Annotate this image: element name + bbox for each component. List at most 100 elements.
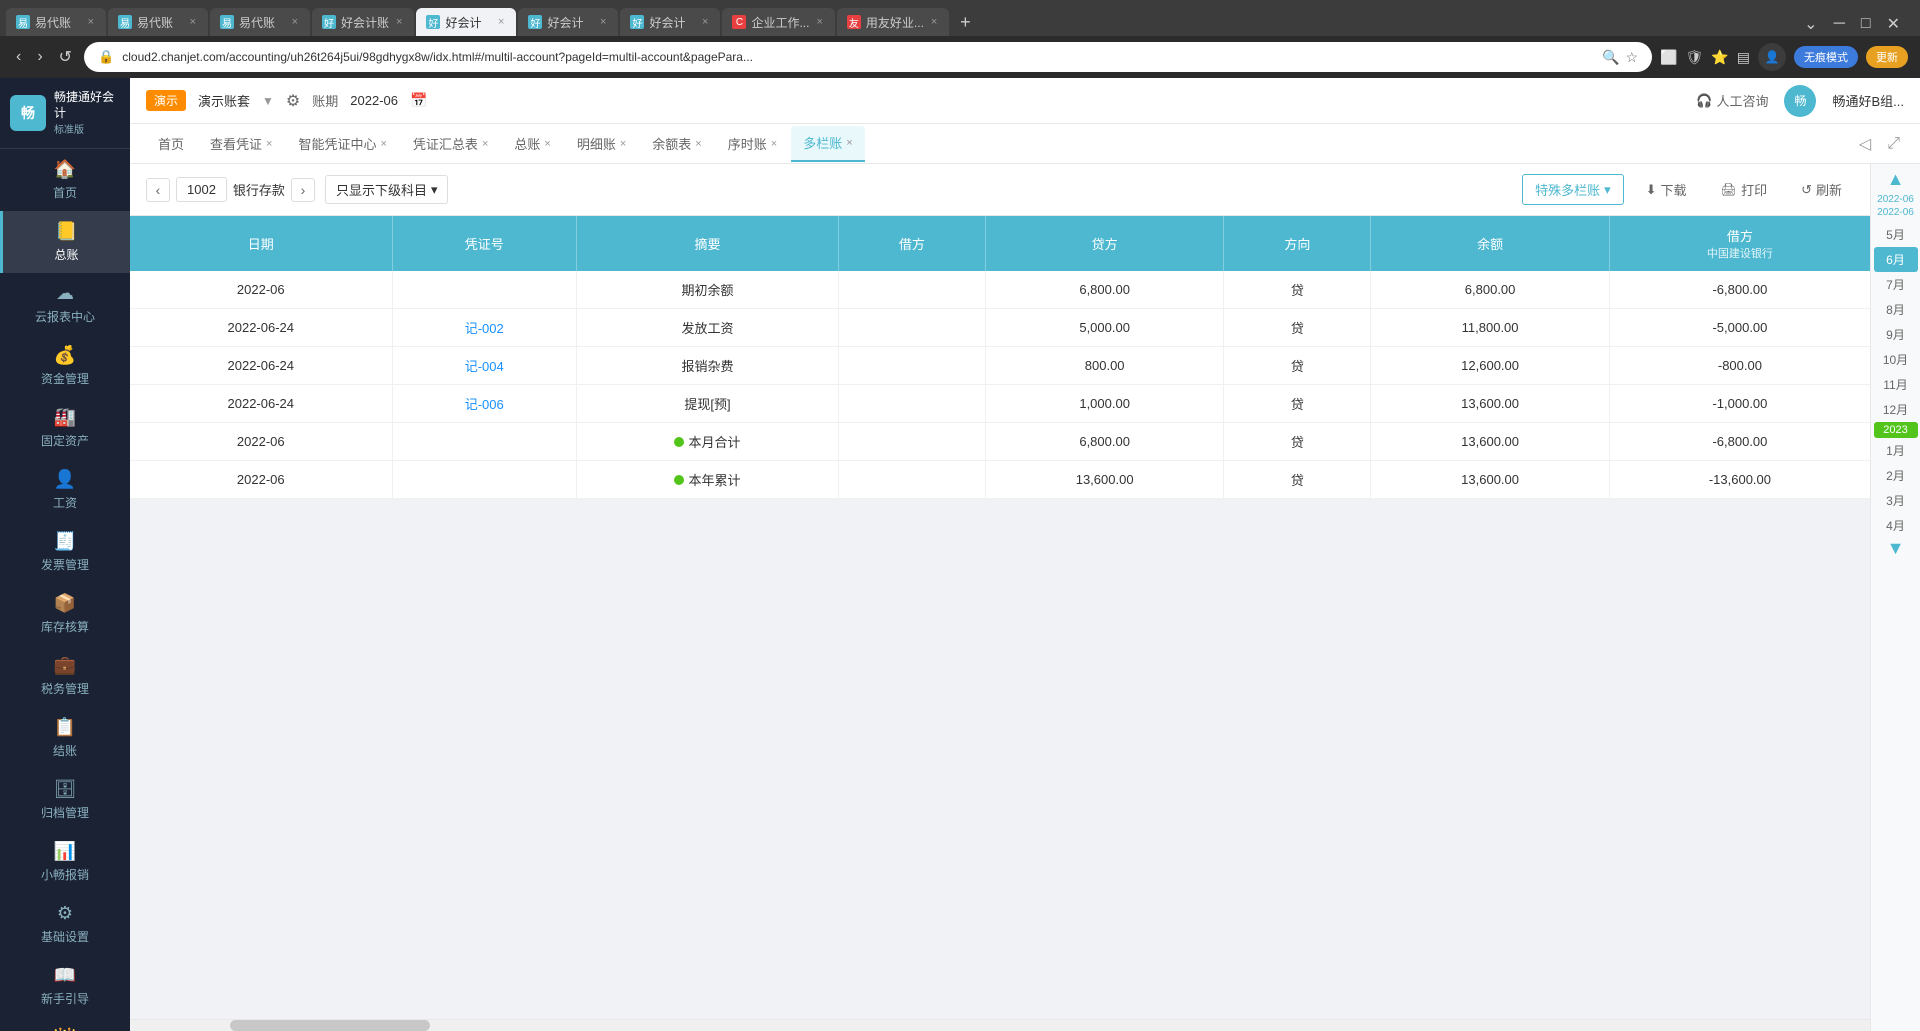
month-mar[interactable]: 3月 <box>1874 488 1918 513</box>
month-june[interactable]: 6月 <box>1874 247 1918 272</box>
sidebar-item-home[interactable]: 🏠 首页 <box>0 149 130 211</box>
month-july[interactable]: 7月 <box>1874 272 1918 297</box>
reload-btn[interactable]: ↺ <box>55 43 76 71</box>
tab-smart-voucher[interactable]: 智能凭证中心 × <box>286 126 398 162</box>
tab-close-9[interactable]: × <box>929 14 939 30</box>
sidebar-item-fixed-assets[interactable]: 🏭 固定资产 <box>0 397 130 459</box>
tab-sequence[interactable]: 序时账 × <box>716 126 789 162</box>
shield-icon[interactable]: 🛡 <box>1686 49 1704 66</box>
tab-close-5[interactable]: × <box>496 14 506 30</box>
sidebar-item-invoice[interactable]: 🧾 发票管理 <box>0 521 130 583</box>
scrollbar-thumb[interactable] <box>230 1020 430 1031</box>
scroll-up-btn[interactable]: ▲ <box>1887 169 1905 190</box>
maximize-btn[interactable]: □ <box>1855 13 1877 35</box>
url-bar[interactable]: 🔒 cloud2.chanjet.com/accounting/uh26t264… <box>84 42 1652 72</box>
print-btn[interactable]: 🖨 打印 <box>1709 175 1780 204</box>
sidebar-item-ledger[interactable]: 📒 总账 <box>0 211 130 273</box>
tab-2[interactable]: 易 易代账 × <box>108 8 208 36</box>
tab-list-btn[interactable]: ⌄ <box>1798 12 1823 36</box>
profile-button[interactable]: 👤 <box>1758 43 1786 71</box>
tab-home[interactable]: 首页 <box>146 126 196 162</box>
month-october[interactable]: 10月 <box>1874 347 1918 372</box>
next-account-btn[interactable]: › <box>291 178 315 202</box>
voucher-link-1[interactable]: 记-002 <box>465 321 504 336</box>
service-button[interactable]: 🎧 人工咨询 <box>1696 91 1768 110</box>
tab-9[interactable]: 友 用友好业... × <box>837 8 949 36</box>
month-november[interactable]: 11月 <box>1874 372 1918 397</box>
special-ledger-btn[interactable]: 特殊多栏账 ▾ <box>1522 174 1624 205</box>
sidebar-item-guide[interactable]: 📖 新手引导 <box>0 955 130 1017</box>
tab-general-ledger-close[interactable]: × <box>544 138 550 150</box>
sidebar-item-payroll[interactable]: 👤 工资 <box>0 459 130 521</box>
tab-voucher-summary[interactable]: 凭证汇总表 × <box>401 126 500 162</box>
tab-close-7[interactable]: × <box>700 14 710 30</box>
collapse-icon[interactable]: ◁ <box>1855 130 1875 158</box>
month-december[interactable]: 12月 <box>1874 397 1918 422</box>
tab-multi-column-close[interactable]: × <box>846 137 852 149</box>
tab-8[interactable]: C 企业工作... × <box>722 8 834 36</box>
tab-close-6[interactable]: × <box>598 14 608 30</box>
scroll-down-btn[interactable]: ▼ <box>1887 538 1905 559</box>
tab-general-ledger[interactable]: 总账 × <box>502 126 562 162</box>
bookmark-icon[interactable]: ⭐ <box>1711 49 1728 66</box>
extensions-icon[interactable]: ⬜ <box>1660 49 1677 66</box>
refresh-btn[interactable]: ↺ 刷新 <box>1789 175 1854 204</box>
year-period-label[interactable]: 2022-062022-06 <box>1875 190 1916 222</box>
tab-close-3[interactable]: × <box>290 14 300 30</box>
tab-3[interactable]: 易 易代账 × <box>210 8 310 36</box>
calendar-icon[interactable]: 📅 <box>410 92 427 109</box>
tab-smart-voucher-close[interactable]: × <box>380 138 386 150</box>
demo-chevron-icon[interactable]: ▼ <box>262 94 274 108</box>
year-2023-badge[interactable]: 2023 <box>1874 422 1918 438</box>
tab-balance[interactable]: 余额表 × <box>640 126 713 162</box>
tab-balance-close[interactable]: × <box>695 138 701 150</box>
expand-icon[interactable]: ⤢ <box>1883 131 1904 157</box>
tab-close-8[interactable]: × <box>814 14 824 30</box>
sidebar-item-tax[interactable]: 💼 税务管理 <box>0 645 130 707</box>
sidebar-item-expense[interactable]: 📊 小畅报销 <box>0 831 130 893</box>
tab-4[interactable]: 好 好会计账 × <box>312 8 414 36</box>
sidebar-item-settings[interactable]: ⚙ 基础设置 <box>0 893 130 955</box>
download-btn[interactable]: ⬇ 下载 <box>1634 175 1699 204</box>
minimize-btn[interactable]: ─ <box>1828 13 1851 35</box>
no-trace-button[interactable]: 无痕模式 <box>1794 46 1858 68</box>
forward-btn[interactable]: › <box>33 44 46 70</box>
tab-sequence-close[interactable]: × <box>771 138 777 150</box>
tab-5[interactable]: 好 好会计 × <box>416 8 516 36</box>
new-tab-button[interactable]: + <box>951 8 979 36</box>
month-apr[interactable]: 4月 <box>1874 513 1918 538</box>
close-window-btn[interactable]: ✕ <box>1881 12 1906 36</box>
tab-1[interactable]: 易 易代账 × <box>6 8 106 36</box>
update-button[interactable]: 更新 <box>1866 46 1908 68</box>
sidebar-item-cloud-report[interactable]: ☁ 云报表中心 <box>0 273 130 335</box>
tab-7[interactable]: 好 好会计 × <box>620 8 720 36</box>
tab-voucher-view[interactable]: 查看凭证 × <box>198 126 284 162</box>
bottom-scrollbar[interactable] <box>130 1019 1870 1031</box>
month-september[interactable]: 9月 <box>1874 322 1918 347</box>
app-settings-icon[interactable]: ⚙ <box>286 91 300 111</box>
tab-6[interactable]: 好 好会计 × <box>518 8 618 36</box>
sidebar-item-fund[interactable]: 💰 资金管理 <box>0 335 130 397</box>
tab-detail-ledger[interactable]: 明细账 × <box>565 126 638 162</box>
sidebar-item-member[interactable]: 👑 畅会员 <box>0 1017 130 1031</box>
back-btn[interactable]: ‹ <box>12 44 25 70</box>
prev-account-btn[interactable]: ‹ <box>146 178 170 202</box>
month-feb[interactable]: 2月 <box>1874 463 1918 488</box>
voucher-link-3[interactable]: 记-006 <box>465 397 504 412</box>
tab-voucher-summary-close[interactable]: × <box>482 138 488 150</box>
filter-dropdown[interactable]: 只显示下级科目 ▾ <box>325 175 449 204</box>
sidebar-item-inventory[interactable]: 📦 库存核算 <box>0 583 130 645</box>
sidebar-item-closing[interactable]: 📋 结账 <box>0 707 130 769</box>
sidebar-item-archive[interactable]: 🗄 归档管理 <box>0 769 130 831</box>
tab-close-4[interactable]: × <box>394 14 404 30</box>
star-icon[interactable]: ☆ <box>1626 49 1639 66</box>
voucher-link-2[interactable]: 记-004 <box>465 359 504 374</box>
tab-close-1[interactable]: × <box>86 14 96 30</box>
search-icon[interactable]: 🔍 <box>1602 49 1619 66</box>
month-may[interactable]: 5月 <box>1874 222 1918 247</box>
tab-voucher-view-close[interactable]: × <box>266 138 272 150</box>
tab-close-2[interactable]: × <box>188 14 198 30</box>
month-jan[interactable]: 1月 <box>1874 438 1918 463</box>
tab-detail-ledger-close[interactable]: × <box>620 138 626 150</box>
tab-multi-column[interactable]: 多栏账 × <box>791 126 864 162</box>
